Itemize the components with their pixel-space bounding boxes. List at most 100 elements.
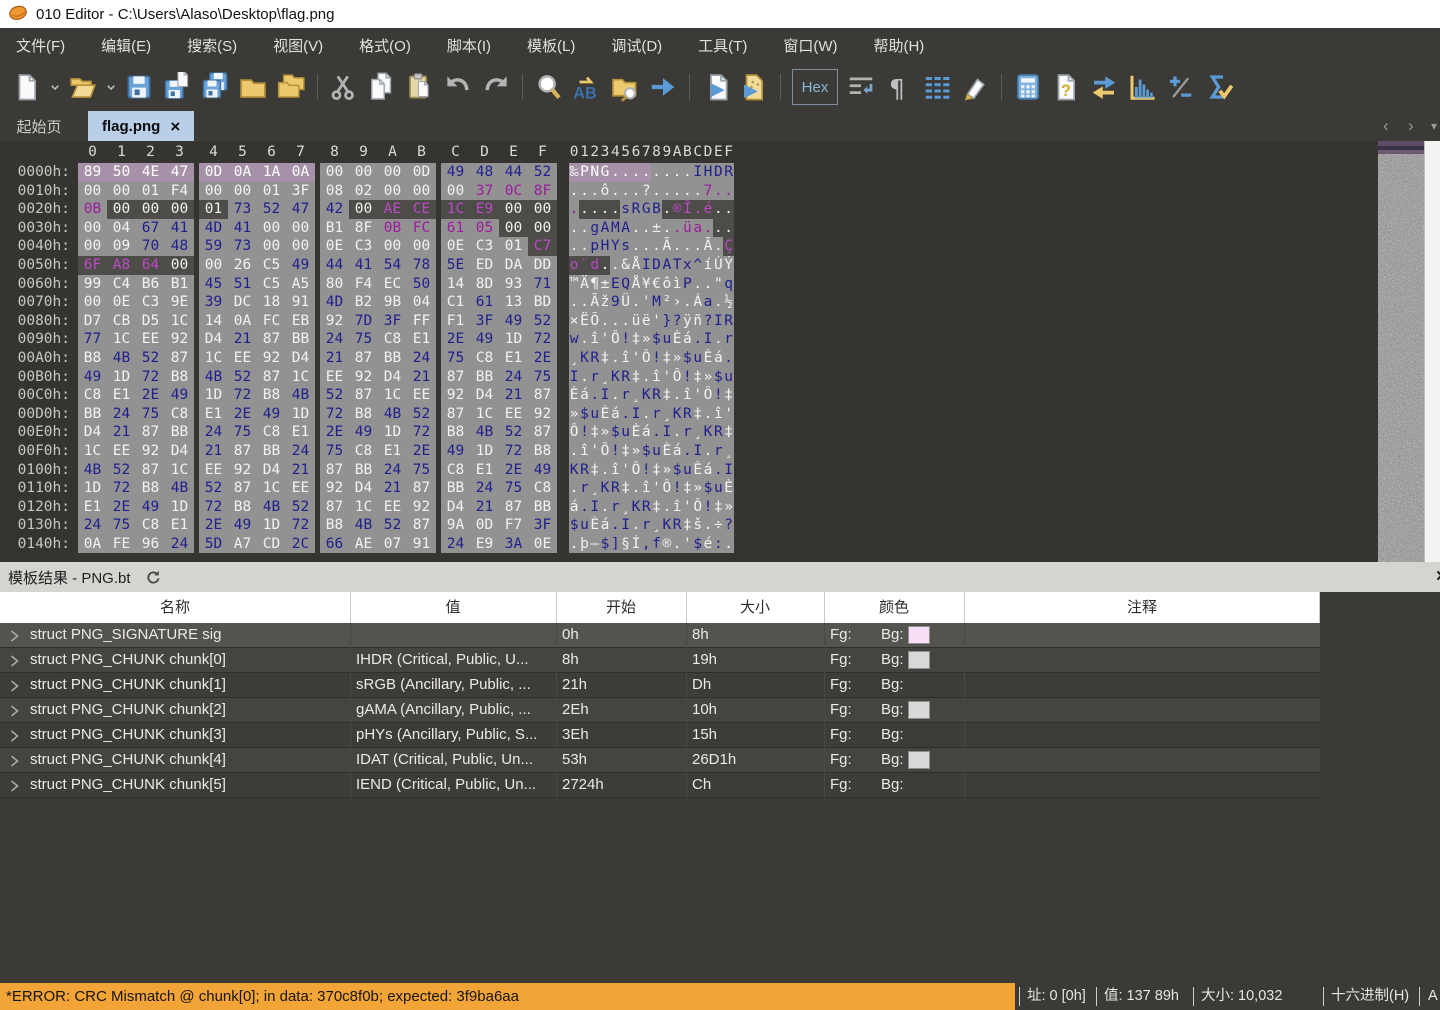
ascii-char[interactable]: ™ [569, 274, 580, 294]
ascii-char[interactable]: ¶ [589, 274, 600, 294]
ascii-char[interactable]: r [641, 516, 652, 535]
goto-button[interactable] [644, 68, 682, 106]
ascii-char[interactable]: ' [682, 534, 693, 554]
hex-byte[interactable]: 1D [499, 330, 528, 349]
hex-byte[interactable]: C1 [441, 293, 470, 312]
hex-byte[interactable]: 92 [257, 348, 286, 368]
ascii-char[interactable]: . [713, 293, 724, 312]
ascii-char[interactable]: . [569, 218, 580, 238]
hex-byte[interactable]: E1 [199, 404, 228, 424]
ascii-char[interactable]: ‡ [589, 423, 600, 442]
hex-byte[interactable]: 41 [228, 218, 257, 238]
ascii-char[interactable]: . [569, 181, 580, 201]
hex-byte[interactable]: 7D [349, 311, 378, 331]
ascii-char[interactable]: $ [599, 534, 611, 554]
ascii-char[interactable]: ½ [723, 293, 734, 312]
ascii-char[interactable]: . [630, 163, 642, 182]
hex-byte[interactable]: 4B [257, 497, 286, 517]
ascii-char[interactable]: ' [723, 404, 734, 424]
hex-byte[interactable]: F7 [499, 516, 528, 535]
ascii-char[interactable]: ' [661, 367, 672, 387]
hex-byte[interactable]: 72 [320, 404, 349, 424]
hex-byte[interactable]: 59 [199, 237, 228, 256]
ascii-char[interactable]: ] [610, 534, 621, 554]
ascii-char[interactable]: D [713, 163, 724, 182]
hex-byte[interactable]: 4D [320, 293, 349, 312]
ascii-char[interactable]: a [692, 218, 703, 238]
hex-byte[interactable]: D4 [199, 330, 228, 349]
hex-byte[interactable]: 0A [78, 534, 107, 554]
hex-byte[interactable]: D4 [441, 497, 470, 517]
hex-byte[interactable]: 1C [441, 200, 470, 219]
ascii-char[interactable]: . [661, 163, 672, 182]
hex-byte[interactable]: A5 [286, 274, 315, 294]
hex-byte[interactable]: EE [407, 386, 436, 405]
hex-byte[interactable]: 1C [107, 330, 136, 349]
hex-byte[interactable]: 0E [528, 534, 557, 554]
hex-byte[interactable]: 00 [349, 163, 378, 182]
ascii-char[interactable]: › [671, 293, 683, 312]
hex-byte[interactable]: 49 [441, 163, 470, 182]
ascii-char[interactable]: ! [671, 479, 683, 498]
hex-byte[interactable]: E1 [470, 460, 499, 480]
hex-byte[interactable]: 1D [378, 423, 407, 442]
hex-byte[interactable]: 21 [228, 330, 257, 349]
ascii-char[interactable]: é [702, 200, 714, 219]
ascii-char[interactable]: o [569, 255, 580, 275]
hex-byte[interactable]: 00 [349, 200, 378, 219]
hex-byte[interactable]: 00 [107, 181, 136, 201]
hex-byte[interactable]: 66 [320, 534, 349, 554]
hex-byte[interactable]: 13 [499, 293, 528, 312]
hex-byte[interactable]: 89 [78, 163, 107, 182]
ascii-char[interactable]: . [620, 181, 631, 201]
hex-byte[interactable]: FE [107, 534, 136, 554]
minimap-scroll-preview[interactable] [1378, 141, 1424, 562]
ascii-char[interactable]: w [569, 330, 580, 349]
hex-byte[interactable]: 00 [407, 237, 436, 256]
hex-byte[interactable]: 52 [136, 348, 165, 368]
hex-byte[interactable]: 87 [407, 516, 436, 535]
ascii-char[interactable]: ' [620, 460, 631, 480]
hex-byte[interactable]: AE [378, 200, 407, 219]
hex-byte[interactable]: 1C [378, 386, 407, 405]
ascii-char[interactable]: ‡ [620, 479, 631, 498]
hex-byte[interactable]: EE [499, 404, 528, 424]
ascii-char[interactable]: ! [702, 497, 714, 517]
hex-byte[interactable]: 4B [199, 367, 228, 387]
hex-byte[interactable]: 42 [320, 200, 349, 219]
hex-byte[interactable]: 80 [320, 274, 349, 294]
hex-byte[interactable]: 52 [257, 200, 286, 219]
ascii-char[interactable]: " [713, 274, 724, 294]
ascii-char[interactable]: R [651, 386, 662, 405]
hex-byte[interactable]: 1D [107, 367, 136, 387]
ascii-char[interactable]: ‰ [569, 163, 580, 182]
ascii-char[interactable]: K [610, 367, 621, 387]
hex-byte[interactable]: 78 [407, 255, 436, 275]
hex-byte[interactable]: D4 [78, 423, 107, 442]
ascii-char[interactable]: Ú [713, 255, 724, 275]
ascii-char[interactable]: . [713, 237, 724, 256]
ascii-char[interactable]: Ç [723, 237, 734, 256]
ascii-char[interactable]: u [579, 516, 590, 535]
hex-byte[interactable]: 00 [499, 200, 528, 219]
hex-byte[interactable]: 61 [441, 218, 470, 238]
hex-byte[interactable]: B8 [528, 441, 557, 461]
hex-byte[interactable]: 47 [165, 163, 194, 182]
ascii-char[interactable]: . [620, 311, 631, 331]
ascii-char[interactable]: . [723, 181, 734, 201]
ascii-char[interactable]: Ô [569, 423, 580, 442]
hex-byte[interactable]: 47 [286, 200, 315, 219]
ascii-char[interactable]: M [651, 293, 662, 312]
hex-byte[interactable]: 71 [528, 274, 557, 294]
hex-byte[interactable]: 07 [378, 534, 407, 554]
ascii-char[interactable]: È [671, 330, 683, 349]
hex-byte[interactable]: DC [228, 293, 257, 312]
ascii-char[interactable]: ± [599, 274, 611, 294]
hex-byte[interactable]: 87 [349, 348, 378, 368]
hex-byte[interactable]: 0B [378, 218, 407, 238]
hex-byte[interactable]: 92 [165, 330, 194, 349]
hex-byte[interactable]: E1 [407, 330, 436, 349]
status-mode-hex[interactable]: 十六进制(H) [1331, 983, 1409, 1010]
ascii-char[interactable]: ' [641, 293, 652, 312]
ascii-char[interactable]: . [579, 367, 590, 387]
